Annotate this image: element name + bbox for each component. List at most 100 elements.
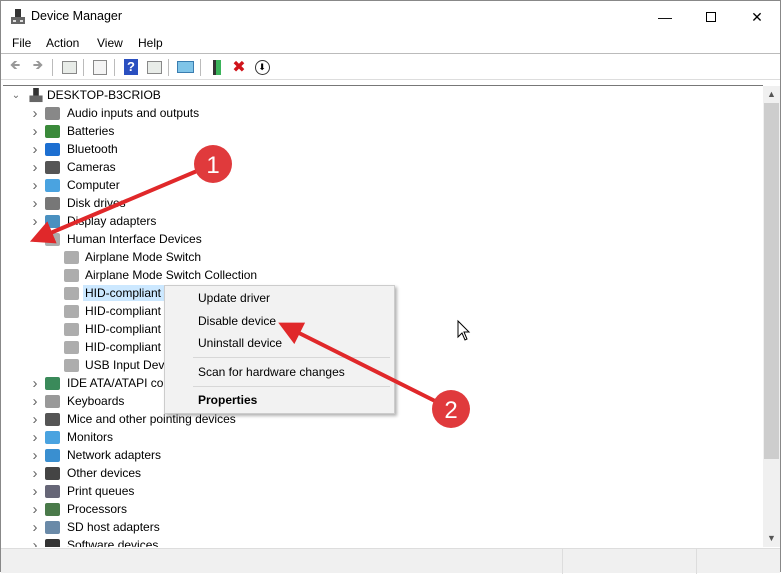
tree-item[interactable]: › SD host adapters xyxy=(3,518,753,536)
tree-root[interactable]: ⌄ DESKTOP-B3CRIOB xyxy=(3,86,753,104)
context-menu: Update driver Disable device Uninstall d… xyxy=(164,285,395,414)
update-driver-icon xyxy=(213,59,221,75)
tree-item[interactable]: › Monitors xyxy=(3,428,753,446)
tree-item-label: USB Input Devi xyxy=(85,358,168,372)
tree-item-label: Computer xyxy=(67,178,120,192)
tree-item[interactable]: › Computer xyxy=(3,176,753,194)
menu-properties[interactable]: Properties xyxy=(198,393,257,407)
help-button[interactable]: ? xyxy=(122,58,140,76)
network-icon xyxy=(45,448,60,462)
tree-item[interactable]: ⌄ Human Interface Devices xyxy=(3,230,753,248)
hid-icon xyxy=(64,340,79,354)
tree-item[interactable]: › Audio inputs and outputs xyxy=(3,104,753,122)
tree-item-label: Network adapters xyxy=(67,448,162,462)
scroll-up-icon[interactable]: ▲ xyxy=(763,86,780,103)
toolbar-separator xyxy=(200,59,201,76)
tree-item-label: Display adapters xyxy=(67,214,157,228)
hid-icon xyxy=(45,232,60,246)
menu-scan-hardware[interactable]: Scan for hardware changes xyxy=(198,365,345,379)
scroll-down-icon[interactable]: ▼ xyxy=(763,530,780,547)
chevron-down-icon[interactable]: ⌄ xyxy=(30,234,40,245)
close-button[interactable]: ✕ xyxy=(734,1,780,33)
properties-button[interactable] xyxy=(91,58,109,76)
scan-hardware-button[interactable] xyxy=(176,58,194,76)
forward-button[interactable]: 🡺 xyxy=(29,57,47,76)
menu-uninstall-device[interactable]: Uninstall device xyxy=(198,336,282,350)
tree-item[interactable]: › Bluetooth xyxy=(3,140,753,158)
tree-item[interactable]: Airplane Mode Switch Collection xyxy=(3,266,753,284)
computer-icon xyxy=(45,178,60,192)
show-hide-console-tree-button[interactable] xyxy=(60,58,78,76)
menu-help[interactable]: Help xyxy=(138,36,163,50)
chevron-right-icon[interactable]: › xyxy=(30,447,40,464)
tree-item[interactable]: › Cameras xyxy=(3,158,753,176)
tree-item-label: Keyboards xyxy=(67,394,125,408)
computer-tower-icon xyxy=(29,87,43,102)
tree-item-label: Batteries xyxy=(67,124,115,138)
chevron-right-icon[interactable]: › xyxy=(30,465,40,482)
tree-item-label: HID-compliant xyxy=(85,304,162,318)
tree-item[interactable]: Airplane Mode Switch xyxy=(3,248,753,266)
status-bar xyxy=(1,548,780,574)
display-adapter-icon xyxy=(45,214,60,228)
chevron-right-icon[interactable]: › xyxy=(30,429,40,446)
title-bar: Device Manager — ✕ xyxy=(1,1,780,33)
chevron-right-icon[interactable]: › xyxy=(30,141,40,158)
chevron-right-icon[interactable]: › xyxy=(30,393,40,410)
tree-item-label: HID-compliant xyxy=(83,285,173,301)
tree-item[interactable]: › Print queues xyxy=(3,482,753,500)
chevron-down-icon[interactable]: ⌄ xyxy=(11,90,21,101)
menu-separator xyxy=(193,357,390,358)
disable-device-button[interactable]: ⬇ xyxy=(253,58,271,76)
mouse-icon xyxy=(45,412,60,426)
toolbar-separator xyxy=(52,59,53,76)
tree-item[interactable]: › Processors xyxy=(3,500,753,518)
menu-bar: File Action View Help xyxy=(1,33,780,54)
scrollbar-thumb[interactable] xyxy=(764,103,779,459)
maximize-button[interactable] xyxy=(688,1,734,33)
chevron-right-icon[interactable]: › xyxy=(30,213,40,230)
menu-update-driver[interactable]: Update driver xyxy=(198,291,270,305)
chevron-right-icon[interactable]: › xyxy=(30,177,40,194)
chevron-right-icon[interactable]: › xyxy=(30,159,40,176)
uninstall-button[interactable]: ✖ xyxy=(230,58,248,76)
menu-file[interactable]: File xyxy=(12,36,31,50)
back-button[interactable]: 🡸 xyxy=(6,57,24,76)
action-pane-button[interactable] xyxy=(145,58,163,76)
hid-icon xyxy=(64,322,79,336)
status-pane xyxy=(562,549,563,574)
disable-device-icon: ⬇ xyxy=(254,59,270,75)
menu-view[interactable]: View xyxy=(97,36,123,50)
tree-item[interactable]: › Display adapters xyxy=(3,212,753,230)
tree-item[interactable]: › Software devices xyxy=(3,536,753,547)
chevron-right-icon[interactable]: › xyxy=(30,411,40,428)
chevron-right-icon[interactable]: › xyxy=(30,375,40,392)
chevron-right-icon[interactable]: › xyxy=(30,519,40,536)
tree-item[interactable]: › Other devices xyxy=(3,464,753,482)
help-icon: ? xyxy=(124,59,138,75)
speaker-icon xyxy=(45,106,60,120)
status-pane xyxy=(696,549,697,574)
hid-icon xyxy=(64,250,79,264)
update-driver-button[interactable] xyxy=(208,58,226,76)
minimize-button[interactable]: — xyxy=(642,1,688,33)
vertical-scrollbar[interactable]: ▲ ▼ xyxy=(763,86,780,547)
tree-item[interactable]: › Disk drives xyxy=(3,194,753,212)
forward-icon: 🡺 xyxy=(32,57,44,72)
chevron-right-icon[interactable]: › xyxy=(30,537,40,548)
tree-item[interactable]: › Network adapters xyxy=(3,446,753,464)
tree-item[interactable]: › Batteries xyxy=(3,122,753,140)
printer-icon xyxy=(45,484,60,498)
menu-action[interactable]: Action xyxy=(46,36,79,50)
chevron-right-icon[interactable]: › xyxy=(30,123,40,140)
hid-icon xyxy=(64,268,79,282)
tree-item-label: Processors xyxy=(67,502,128,516)
chevron-right-icon[interactable]: › xyxy=(30,483,40,500)
chevron-right-icon[interactable]: › xyxy=(30,501,40,518)
chevron-right-icon[interactable]: › xyxy=(30,105,40,122)
battery-icon xyxy=(45,124,60,138)
tree-item-label: Airplane Mode Switch xyxy=(85,250,202,264)
chevron-right-icon[interactable]: › xyxy=(30,195,40,212)
menu-disable-device[interactable]: Disable device xyxy=(198,314,276,328)
tree-item-label: Monitors xyxy=(67,430,114,444)
